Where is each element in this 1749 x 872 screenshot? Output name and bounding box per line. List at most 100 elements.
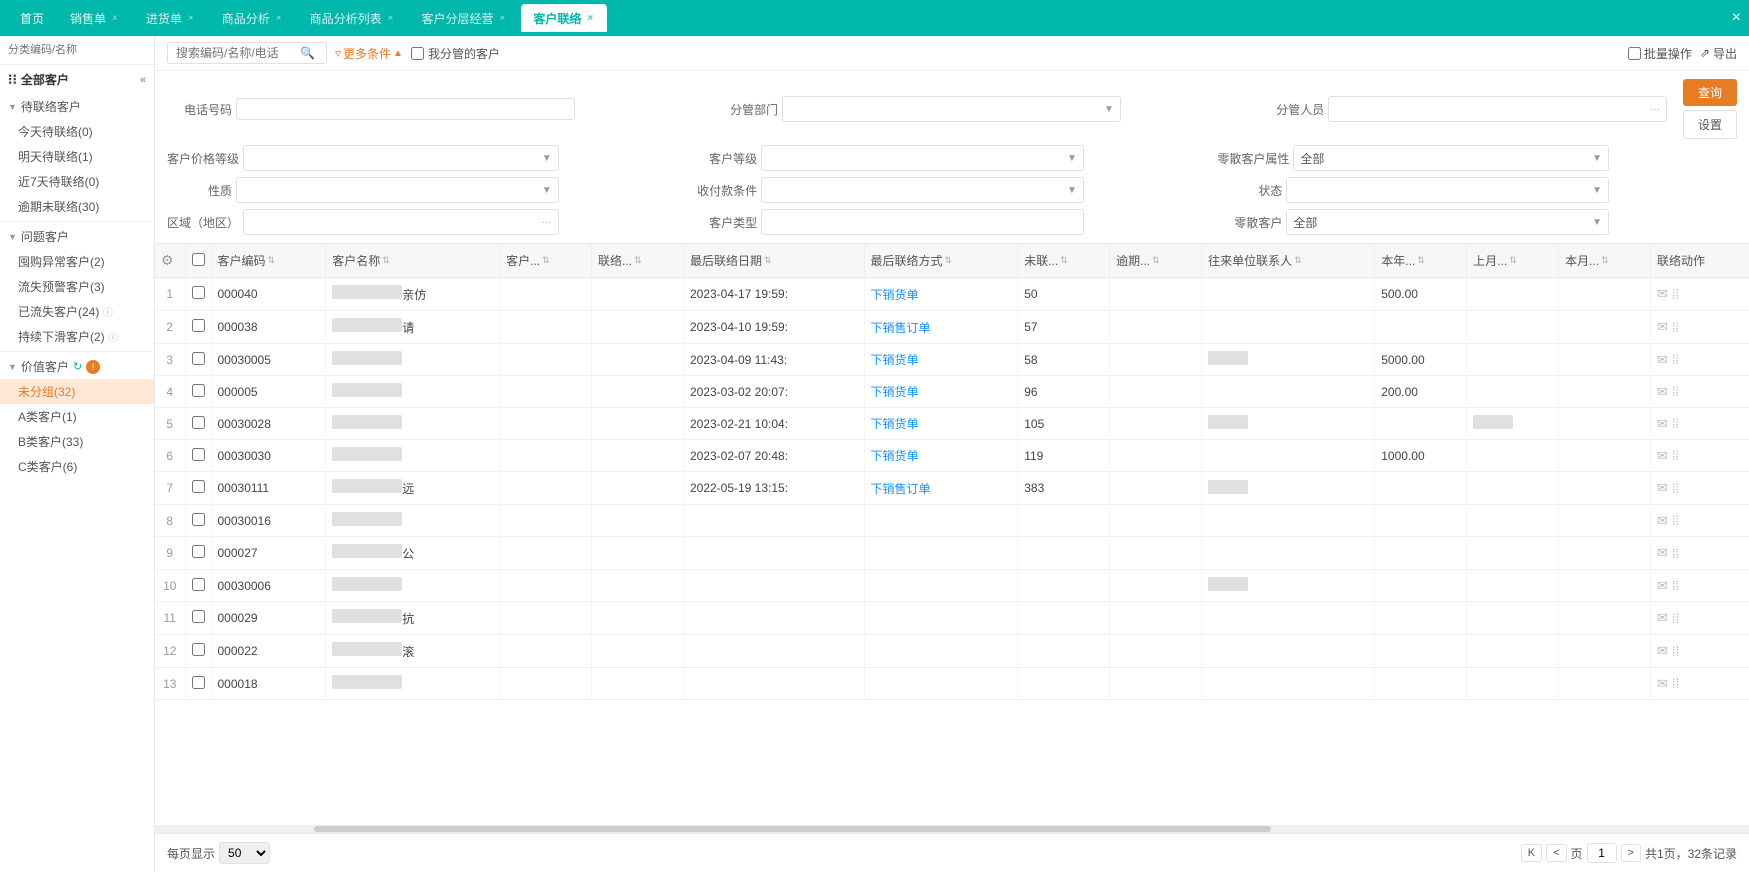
prev-page-btn[interactable]: < bbox=[1546, 844, 1566, 862]
th-name[interactable]: 客户名称⇅ bbox=[326, 244, 500, 278]
sidebar-item-class-a[interactable]: A类客户(1) bbox=[0, 404, 154, 429]
row-checkbox[interactable] bbox=[192, 578, 205, 591]
retail-select[interactable]: 全部 ▼ bbox=[1286, 209, 1609, 235]
th-unit-contact[interactable]: 往来单位联系人⇅ bbox=[1202, 244, 1375, 278]
last-contact-method[interactable]: 下销货单 bbox=[864, 408, 1018, 440]
filter-search-box[interactable]: 🔍 bbox=[167, 42, 327, 64]
row-checkbox-cell[interactable] bbox=[185, 278, 211, 311]
row-checkbox[interactable] bbox=[192, 352, 205, 365]
contact-method-link[interactable]: 下销货单 bbox=[871, 385, 919, 399]
last-contact-method[interactable]: 下销货单 bbox=[864, 344, 1018, 376]
sidebar-group-value[interactable]: ▼ 价值客户 ↻ ! bbox=[0, 354, 154, 379]
more-icon[interactable]: ⁞⁞ bbox=[1672, 481, 1679, 496]
tab-customer-contact[interactable]: 客户联络 × bbox=[521, 4, 607, 32]
row-checkbox[interactable] bbox=[192, 610, 205, 623]
last-contact-method[interactable] bbox=[864, 505, 1018, 537]
sidebar-item-declining[interactable]: 持续下滑客户(2) ⓘ bbox=[0, 324, 154, 349]
sidebar-collapse-btn[interactable]: « bbox=[140, 74, 146, 86]
phone-input[interactable] bbox=[236, 98, 575, 120]
more-icon[interactable]: ⁞⁞ bbox=[1672, 546, 1679, 561]
cust-type-select[interactable] bbox=[761, 209, 1084, 235]
th-settings[interactable]: ⚙ bbox=[155, 244, 185, 278]
more-icon[interactable]: ⁞⁞ bbox=[1672, 352, 1679, 367]
message-icon[interactable]: ✉ bbox=[1657, 384, 1668, 400]
customer-name[interactable]: 亲仿 bbox=[326, 278, 500, 311]
filter-search-input[interactable] bbox=[176, 46, 296, 60]
contact-method-link[interactable]: 下销售订单 bbox=[871, 482, 931, 496]
my-customers-check[interactable] bbox=[411, 47, 424, 60]
sidebar-search-input[interactable] bbox=[8, 44, 150, 56]
next-page-btn[interactable]: > bbox=[1621, 844, 1641, 862]
row-checkbox-cell[interactable] bbox=[185, 537, 211, 570]
batch-ops-btn[interactable]: 批量操作 bbox=[1628, 45, 1692, 62]
row-checkbox[interactable] bbox=[192, 319, 205, 332]
th-last-method[interactable]: 最后联络方式⇅ bbox=[864, 244, 1018, 278]
contact-method-link[interactable]: 下销货单 bbox=[871, 417, 919, 431]
message-icon[interactable]: ✉ bbox=[1657, 545, 1668, 561]
more-icon[interactable]: ⁞⁞ bbox=[1672, 416, 1679, 431]
more-icon[interactable]: ⁞⁞ bbox=[1672, 320, 1679, 335]
close-tab-product-analysis[interactable]: × bbox=[274, 11, 284, 26]
tab-product-analysis-list[interactable]: 商品分析列表 × bbox=[298, 4, 408, 32]
last-contact-method[interactable]: 下销售订单 bbox=[864, 311, 1018, 344]
th-overdue[interactable]: 逾期...⇅ bbox=[1110, 244, 1202, 278]
more-icon[interactable]: ⁞⁞ bbox=[1672, 448, 1679, 463]
tab-product-analysis[interactable]: 商品分析 × bbox=[210, 4, 296, 32]
th-checkbox[interactable] bbox=[185, 244, 211, 278]
more-icon[interactable]: ⁞⁞ bbox=[1672, 384, 1679, 399]
th-this-year[interactable]: 本年...⇅ bbox=[1375, 244, 1467, 278]
message-icon[interactable]: ✉ bbox=[1657, 513, 1668, 529]
row-checkbox-cell[interactable] bbox=[185, 668, 211, 700]
close-window[interactable]: × bbox=[1732, 9, 1741, 27]
nav-home[interactable]: 首页 bbox=[8, 10, 56, 27]
sidebar-item-7days-pending[interactable]: 近7天待联络(0) bbox=[0, 169, 154, 194]
tab-purchase[interactable]: 进货单 × bbox=[134, 4, 208, 32]
filter-more-conditions[interactable]: ▿ 更多条件 ▲ bbox=[335, 45, 403, 62]
last-contact-method[interactable]: 下销售订单 bbox=[864, 472, 1018, 505]
row-checkbox[interactable] bbox=[192, 480, 205, 493]
horizontal-scrollbar[interactable] bbox=[155, 825, 1749, 833]
message-icon[interactable]: ✉ bbox=[1657, 448, 1668, 464]
last-contact-method[interactable] bbox=[864, 635, 1018, 668]
batch-checkbox[interactable] bbox=[1628, 47, 1641, 60]
row-checkbox[interactable] bbox=[192, 384, 205, 397]
row-checkbox-cell[interactable] bbox=[185, 505, 211, 537]
all-customers-header[interactable]: ⁝⁝ 全部客户 « bbox=[0, 65, 154, 94]
contact-method-link[interactable]: 下销售订单 bbox=[871, 321, 931, 335]
th-contact[interactable]: 联络...⇅ bbox=[592, 244, 684, 278]
payment-select[interactable]: ▼ bbox=[761, 177, 1084, 203]
more-icon[interactable]: ⁞⁞ bbox=[1672, 611, 1679, 626]
customer-name[interactable]: 远 bbox=[326, 472, 500, 505]
row-checkbox[interactable] bbox=[192, 545, 205, 558]
refresh-icon[interactable]: ↻ bbox=[73, 360, 82, 373]
contact-method-link[interactable]: 下销货单 bbox=[871, 288, 919, 302]
customer-name[interactable]: 请 bbox=[326, 311, 500, 344]
staff-select[interactable]: ··· bbox=[1328, 96, 1667, 122]
page-input[interactable] bbox=[1587, 843, 1617, 863]
contact-method-link[interactable]: 下销货单 bbox=[871, 449, 919, 463]
row-checkbox-cell[interactable] bbox=[185, 344, 211, 376]
last-contact-method[interactable] bbox=[864, 537, 1018, 570]
last-contact-method[interactable] bbox=[864, 602, 1018, 635]
customer-name[interactable] bbox=[326, 344, 500, 376]
row-checkbox-cell[interactable] bbox=[185, 602, 211, 635]
region-select[interactable]: ··· bbox=[243, 209, 559, 235]
message-icon[interactable]: ✉ bbox=[1657, 643, 1668, 659]
filter-search-icon[interactable]: 🔍 bbox=[300, 46, 315, 60]
last-contact-method[interactable]: 下销货单 bbox=[864, 376, 1018, 408]
scrollbar-thumb[interactable] bbox=[314, 826, 1270, 832]
customer-name[interactable]: 公 bbox=[326, 537, 500, 570]
row-checkbox-cell[interactable] bbox=[185, 376, 211, 408]
last-contact-method[interactable]: 下销货单 bbox=[864, 440, 1018, 472]
th-code[interactable]: 客户编码⇅ bbox=[211, 244, 326, 278]
last-contact-method[interactable]: 下销货单 bbox=[864, 278, 1018, 311]
row-checkbox-cell[interactable] bbox=[185, 570, 211, 602]
last-contact-method[interactable] bbox=[864, 668, 1018, 700]
row-checkbox[interactable] bbox=[192, 513, 205, 526]
page-size-select[interactable]: 50 100 200 bbox=[219, 842, 270, 864]
sidebar-item-overdue-pending[interactable]: 逾期未联络(30) bbox=[0, 194, 154, 219]
th-this-month[interactable]: 本月...⇅ bbox=[1559, 244, 1651, 278]
customer-name[interactable] bbox=[326, 505, 500, 537]
more-icon[interactable]: ⁞⁞ bbox=[1672, 644, 1679, 659]
contact-method-link[interactable]: 下销货单 bbox=[871, 353, 919, 367]
